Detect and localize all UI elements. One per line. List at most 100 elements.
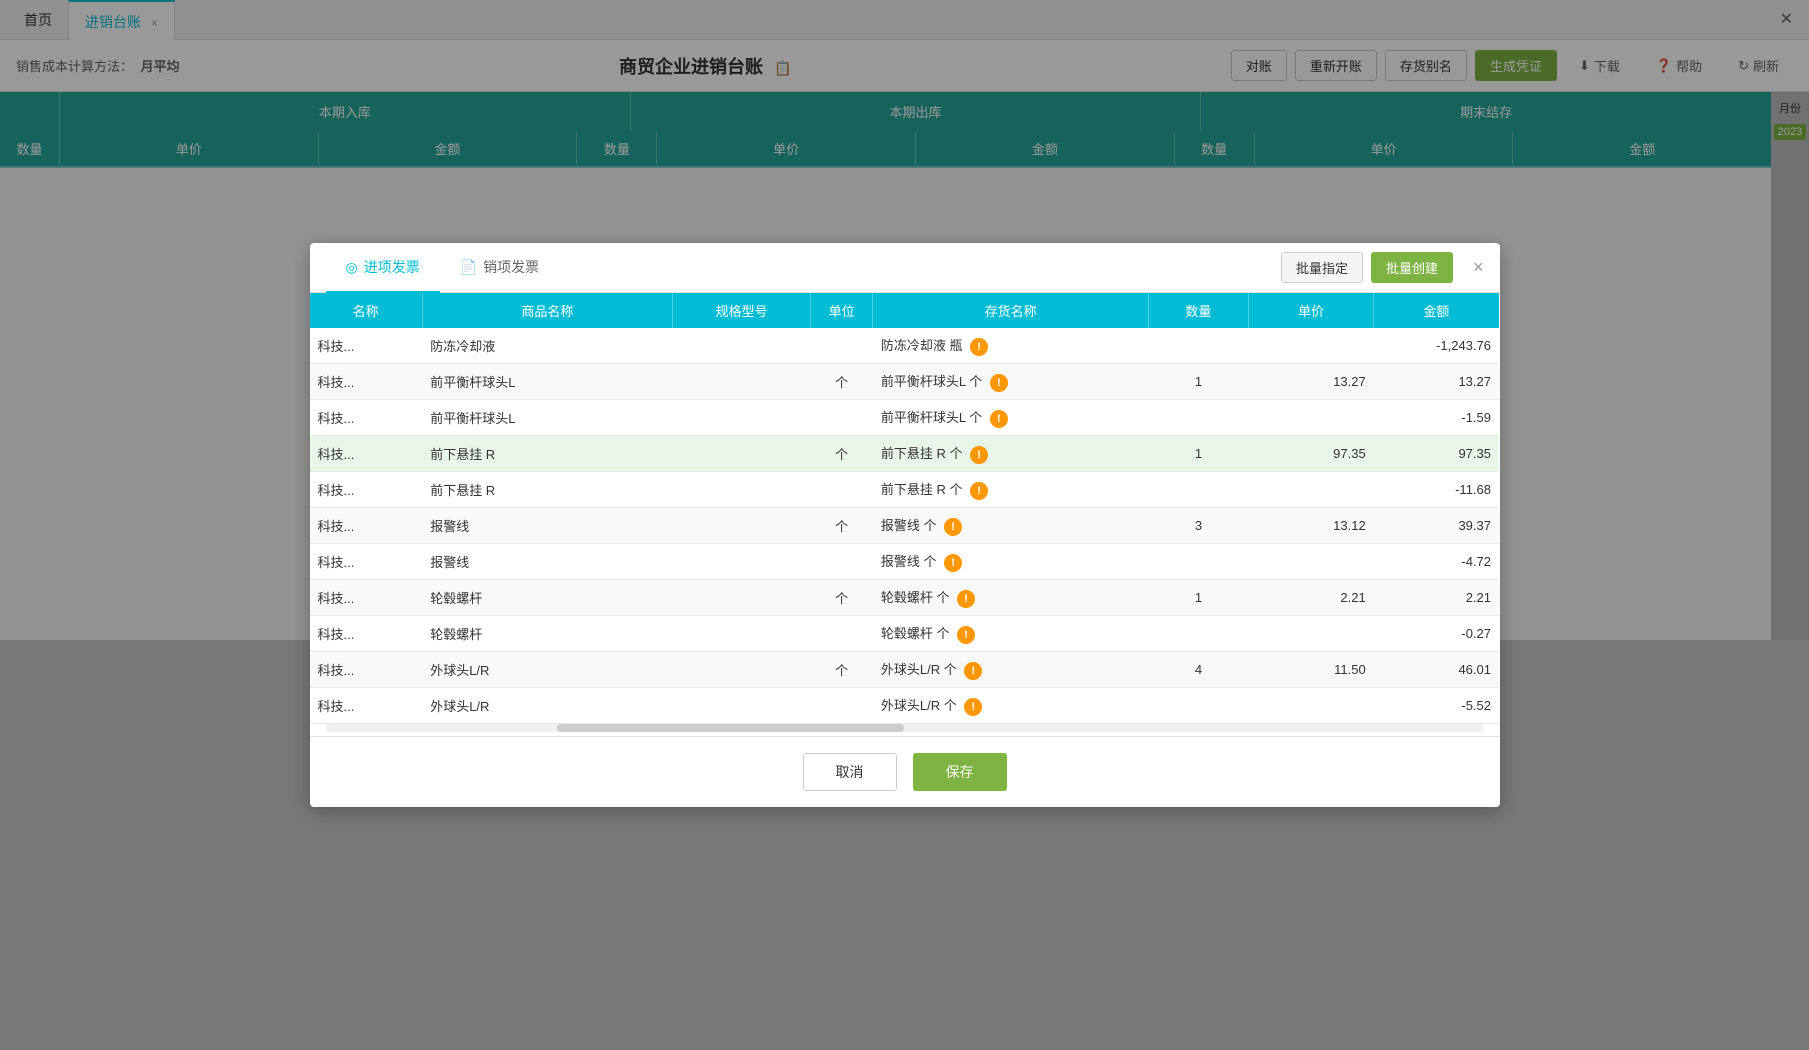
cell-company: 科技... — [310, 508, 423, 544]
table-row[interactable]: 科技... 报警线 报警线 个 ! -4.72 — [310, 544, 1500, 580]
cell-amount: -0.27 — [1374, 616, 1499, 652]
cell-company: 科技... — [310, 544, 423, 580]
table-row[interactable]: 科技... 防冻冷却液 防冻冷却液 瓶 ! -1,243.76 — [310, 328, 1500, 364]
cell-amount: 13.27 — [1374, 364, 1499, 400]
warn-icon: ! — [944, 518, 962, 536]
cell-price: 2.21 — [1249, 580, 1374, 616]
table-row[interactable]: 科技... 前平衡杆球头L 个 前平衡杆球头L 个 ! 1 13.27 13.2… — [310, 364, 1500, 400]
table-row[interactable]: 科技... 前下悬挂 R 前下悬挂 R 个 ! -11.68 — [310, 472, 1500, 508]
cell-amount: -11.68 — [1374, 472, 1499, 508]
cell-spec — [673, 688, 811, 724]
cell-price — [1249, 544, 1374, 580]
cell-unit: 个 — [810, 364, 873, 400]
cell-inv-name: 前平衡杆球头L 个 ! — [873, 364, 1148, 400]
col-amount: 金额 — [1374, 293, 1499, 328]
cell-price: 13.12 — [1249, 508, 1374, 544]
cell-qty: 3 — [1148, 508, 1248, 544]
col-company: 名称 — [310, 293, 423, 328]
table-row[interactable]: 科技... 外球头L/R 个 外球头L/R 个 ! 4 11.50 46.01 — [310, 652, 1500, 688]
cell-unit — [810, 616, 873, 652]
tab-invoice-in[interactable]: ◎ 进项发票 — [326, 243, 440, 293]
cell-unit — [810, 400, 873, 436]
btn-batch-assign[interactable]: 批量指定 — [1281, 252, 1363, 283]
warn-icon: ! — [957, 626, 975, 644]
modal-scrollbar-thumb[interactable] — [557, 724, 904, 732]
cell-qty — [1148, 328, 1248, 364]
btn-batch-create[interactable]: 批量创建 — [1371, 252, 1453, 283]
cell-unit — [810, 472, 873, 508]
warn-icon: ! — [990, 374, 1008, 392]
cell-amount: 97.35 — [1374, 436, 1499, 472]
tab-invoice-out[interactable]: 📄 销项发票 — [440, 243, 559, 293]
cell-inv-name: 外球头L/R 个 ! — [873, 652, 1148, 688]
cell-qty: 1 — [1148, 364, 1248, 400]
cell-unit: 个 — [810, 580, 873, 616]
cell-qty — [1148, 688, 1248, 724]
cell-amount: -1,243.76 — [1374, 328, 1499, 364]
cell-unit: 个 — [810, 436, 873, 472]
cell-qty — [1148, 616, 1248, 652]
cell-spec — [673, 436, 811, 472]
col-spec: 规格型号 — [673, 293, 811, 328]
cancel-button[interactable]: 取消 — [803, 753, 897, 791]
cell-unit — [810, 544, 873, 580]
cell-price — [1249, 472, 1374, 508]
cell-inv-name: 外球头L/R 个 ! — [873, 688, 1148, 724]
table-row[interactable]: 科技... 前平衡杆球头L 前平衡杆球头L 个 ! -1.59 — [310, 400, 1500, 436]
cell-company: 科技... — [310, 364, 423, 400]
warn-icon: ! — [964, 698, 982, 716]
warn-icon: ! — [970, 338, 988, 356]
cell-qty: 1 — [1148, 436, 1248, 472]
cell-product: 轮毂螺杆 — [422, 616, 672, 652]
cell-product: 外球头L/R — [422, 652, 672, 688]
cell-product: 报警线 — [422, 544, 672, 580]
cell-price: 13.27 — [1249, 364, 1374, 400]
cell-inv-name: 轮毂螺杆 个 ! — [873, 580, 1148, 616]
cell-inv-name: 前下悬挂 R 个 ! — [873, 436, 1148, 472]
table-row[interactable]: 科技... 报警线 个 报警线 个 ! 3 13.12 39.37 — [310, 508, 1500, 544]
modal-close-btn[interactable]: × — [1473, 257, 1484, 278]
cell-company: 科技... — [310, 328, 423, 364]
cell-unit — [810, 328, 873, 364]
cell-company: 科技... — [310, 616, 423, 652]
cell-product: 外球头L/R — [422, 688, 672, 724]
cell-amount: 46.01 — [1374, 652, 1499, 688]
cell-product: 报警线 — [422, 508, 672, 544]
table-row[interactable]: 科技... 外球头L/R 外球头L/R 个 ! -5.52 — [310, 688, 1500, 724]
cell-product: 前下悬挂 R — [422, 472, 672, 508]
cell-price: 11.50 — [1249, 652, 1374, 688]
table-row[interactable]: 科技... 轮毂螺杆 个 轮毂螺杆 个 ! 1 2.21 2.21 — [310, 580, 1500, 616]
cell-amount: -5.52 — [1374, 688, 1499, 724]
modal-scrollbar[interactable] — [326, 724, 1484, 732]
cell-company: 科技... — [310, 652, 423, 688]
table-row[interactable]: 科技... 轮毂螺杆 轮毂螺杆 个 ! -0.27 — [310, 616, 1500, 652]
cell-spec — [673, 544, 811, 580]
warn-icon: ! — [970, 482, 988, 500]
cell-product: 防冻冷却液 — [422, 328, 672, 364]
col-quantity: 数量 — [1148, 293, 1248, 328]
modal-header: ◎ 进项发票 📄 销项发票 批量指定 批量创建 × — [310, 243, 1500, 293]
modal-dialog: ◎ 进项发票 📄 销项发票 批量指定 批量创建 × 名称 商 — [310, 243, 1500, 807]
modal-table-wrap[interactable]: 名称 商品名称 规格型号 单位 存货名称 数量 单价 金额 科技... 防冻冷却… — [310, 293, 1500, 724]
col-unit-price: 单价 — [1249, 293, 1374, 328]
cell-spec — [673, 400, 811, 436]
modal-header-actions: 批量指定 批量创建 × — [1281, 252, 1484, 283]
cell-price — [1249, 688, 1374, 724]
cell-amount: -1.59 — [1374, 400, 1499, 436]
cell-inv-name: 报警线 个 ! — [873, 544, 1148, 580]
col-product-name: 商品名称 — [422, 293, 672, 328]
cell-price: 97.35 — [1249, 436, 1374, 472]
cell-product: 前平衡杆球头L — [422, 364, 672, 400]
cell-spec — [673, 616, 811, 652]
col-unit: 单位 — [810, 293, 873, 328]
table-row[interactable]: 科技... 前下悬挂 R 个 前下悬挂 R 个 ! 1 97.35 97.35 — [310, 436, 1500, 472]
cell-qty — [1148, 544, 1248, 580]
cell-unit: 个 — [810, 652, 873, 688]
cell-unit: 个 — [810, 508, 873, 544]
cell-unit — [810, 688, 873, 724]
warn-icon: ! — [964, 662, 982, 680]
cell-qty: 1 — [1148, 580, 1248, 616]
save-button[interactable]: 保存 — [913, 753, 1007, 791]
cell-spec — [673, 328, 811, 364]
cell-company: 科技... — [310, 472, 423, 508]
